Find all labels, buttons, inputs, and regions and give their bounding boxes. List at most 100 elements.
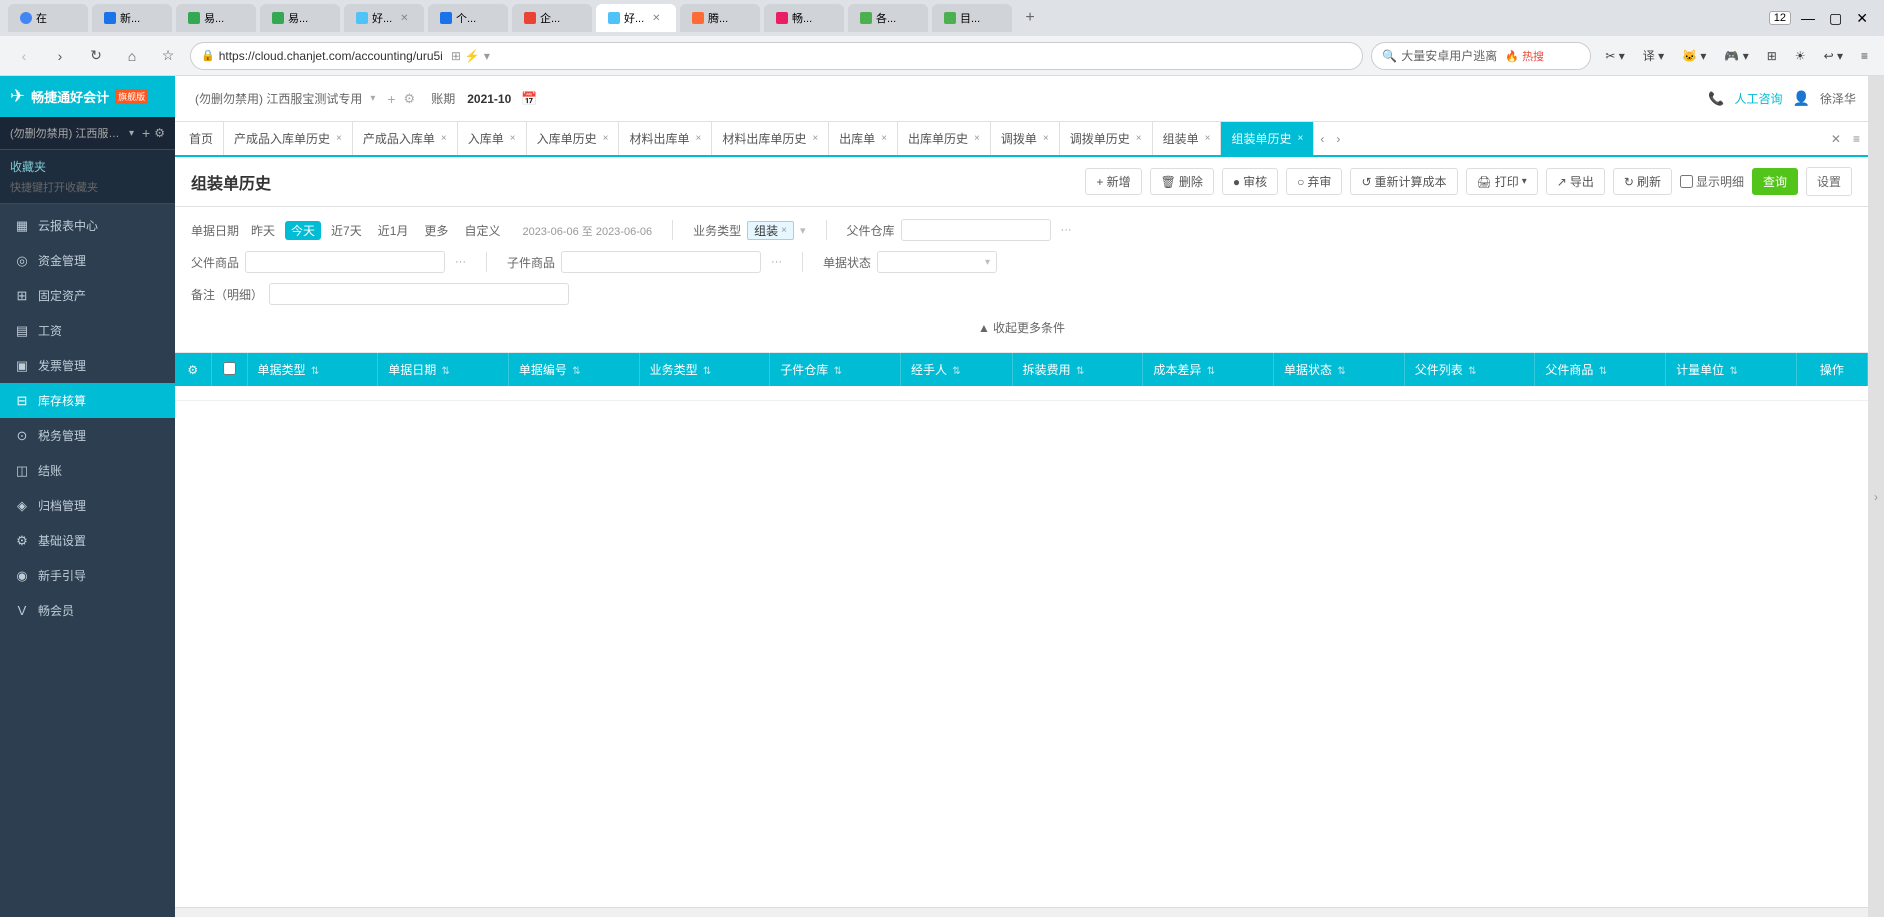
biz-type-tag-remove[interactable]: × [781, 225, 787, 236]
col-order-date[interactable]: 单据日期 ⇅ [378, 353, 509, 386]
maximize-btn[interactable]: ▢ [1825, 10, 1846, 27]
browser-tab-12[interactable]: 目... [932, 4, 1012, 32]
tab-close-out[interactable]: × [881, 133, 887, 144]
tab-assemble[interactable]: 调拨单 × [991, 122, 1060, 155]
undo-btn[interactable]: ↩ ▾ [1818, 43, 1849, 69]
col-parent-list[interactable]: 父件列表 ⇅ [1404, 353, 1535, 386]
tab-prod-in-hist[interactable]: 产成品入库单历史 × [224, 122, 353, 155]
tab-close-mat-out[interactable]: × [695, 133, 701, 144]
tab-close-5[interactable]: ✕ [400, 13, 408, 24]
parent-warehouse-more[interactable]: ··· [1061, 224, 1072, 236]
col-child-warehouse[interactable]: 子件仓库 ⇅ [770, 353, 901, 386]
col-unit[interactable]: 计量单位 ⇅ [1666, 353, 1797, 386]
settings-top-btn[interactable]: 设置 [1806, 167, 1852, 196]
tab-close-mat-out-hist[interactable]: × [812, 133, 818, 144]
game-btn[interactable]: 🎮 ▾ [1718, 43, 1754, 69]
show-detail-checkbox[interactable] [1680, 175, 1693, 188]
collapse-btn[interactable]: ▲ 收起更多条件 [191, 315, 1852, 340]
bottom-scrollbar[interactable] [175, 907, 1868, 917]
dropdown-arrow[interactable]: ▾ [484, 49, 490, 63]
settings-company-icon[interactable]: ⚙ [154, 126, 165, 140]
parent-goods-more[interactable]: ··· [455, 256, 466, 268]
tab-close-assemble[interactable]: × [1043, 133, 1049, 144]
tab-mat-out[interactable]: 材料出库单 × [619, 122, 712, 155]
col-order-status[interactable]: 单据状态 ⇅ [1274, 353, 1405, 386]
tab-close-out-hist[interactable]: × [974, 133, 980, 144]
sidebar-item-settlement[interactable]: ◫ 结账 [0, 453, 175, 488]
browser-tab-6[interactable]: 个... [428, 4, 508, 32]
sidebar-item-guide[interactable]: ◉ 新手引导 [0, 558, 175, 593]
col-biz-type[interactable]: 业务类型 ⇅ [639, 353, 770, 386]
tab-out[interactable]: 出库单 × [829, 122, 898, 155]
tab-action-more[interactable]: ≡ [1849, 132, 1864, 146]
col-order-no[interactable]: 单据编号 ⇅ [508, 353, 639, 386]
child-goods-more[interactable]: ··· [771, 256, 782, 268]
date-btn-1month[interactable]: 近1月 [372, 221, 415, 240]
browser-tab-5[interactable]: 好... ✕ [344, 4, 424, 32]
right-panel-toggle[interactable]: › [1868, 76, 1884, 917]
sidebar-item-basic[interactable]: ⚙ 基础设置 [0, 523, 175, 558]
recalc-btn[interactable]: ↺ 重新计算成本 [1350, 168, 1457, 195]
parent-goods-input[interactable] [245, 251, 445, 273]
sidebar-item-cloud-report[interactable]: ▦ 云报表中心 [0, 208, 175, 243]
col-check[interactable] [211, 353, 247, 386]
translate-btn[interactable]: 译 ▾ [1637, 43, 1670, 69]
col-settings[interactable]: ⚙ [175, 353, 211, 386]
back-btn[interactable]: ‹ [10, 42, 38, 70]
tab-close-prod-in[interactable]: × [441, 133, 447, 144]
tab-home[interactable]: 首页 [179, 122, 224, 155]
tab-close-in-order[interactable]: × [510, 133, 516, 144]
browser-tab-4[interactable]: 易... [260, 4, 340, 32]
bookmark-btn[interactable]: ☆ [154, 42, 182, 70]
reload-btn[interactable]: ↻ [82, 42, 110, 70]
browser-tab-7[interactable]: 企... [512, 4, 592, 32]
abandon-btn[interactable]: ○ 弃审 [1286, 168, 1342, 195]
sun-btn[interactable]: ☀ [1789, 43, 1812, 69]
tab-in-hist[interactable]: 入库单历史 × [527, 122, 620, 155]
date-btn-custom[interactable]: 自定义 [458, 221, 506, 240]
sidebar-item-inventory[interactable]: ⊟ 库存核算 [0, 383, 175, 418]
refresh-btn[interactable]: ↻ 刷新 [1613, 168, 1672, 195]
tab-combo[interactable]: 组装单 × [1153, 122, 1222, 155]
date-btn-7days[interactable]: 近7天 [325, 221, 368, 240]
add-company-icon[interactable]: + [142, 125, 150, 141]
close-window-btn[interactable]: ✕ [1852, 10, 1872, 27]
grid-btn[interactable]: ⊞ [1761, 43, 1783, 69]
tab-close-8[interactable]: ✕ [652, 13, 660, 24]
tab-close-assemble-hist[interactable]: × [1136, 133, 1142, 144]
search-bar[interactable]: 🔍 大量安卓用户逃离 🔥 热搜 [1371, 42, 1591, 70]
date-btn-yesterday[interactable]: 昨天 [245, 221, 281, 240]
date-btn-today[interactable]: 今天 [285, 221, 321, 240]
browser-tab-1[interactable]: 在 [8, 4, 88, 32]
address-bar[interactable]: 🔒 https://cloud.chanjet.com/accounting/u… [190, 42, 1363, 70]
sidebar-item-invoice[interactable]: ▣ 发票管理 [0, 348, 175, 383]
browser-tab-8[interactable]: 好... ✕ [596, 4, 676, 32]
service-label[interactable]: 人工咨询 [1735, 90, 1783, 107]
browser-tab-10[interactable]: 畅... [764, 4, 844, 32]
sidebar-item-fixed-assets[interactable]: ⊞ 固定资产 [0, 278, 175, 313]
tab-out-hist[interactable]: 出库单历史 × [898, 122, 991, 155]
emoji-btn[interactable]: 🐱 ▾ [1676, 43, 1712, 69]
browser-tab-9[interactable]: 腾... [680, 4, 760, 32]
tab-close-in-hist[interactable]: × [603, 133, 609, 144]
biz-type-dropdown-icon[interactable]: ▾ [800, 224, 806, 237]
tabs-right-arrow[interactable]: › [1330, 132, 1346, 146]
tab-combo-hist[interactable]: 组装单历史 × [1221, 122, 1314, 155]
col-cost-diff[interactable]: 成本差异 ⇅ [1143, 353, 1274, 386]
dropdown-company-icon[interactable]: ▾ [370, 93, 375, 104]
remark-input[interactable] [269, 283, 569, 305]
sidebar-item-salary[interactable]: ▤ 工资 [0, 313, 175, 348]
tabs-left-arrow[interactable]: ‹ [1314, 132, 1330, 146]
sidebar-item-fund[interactable]: ◎ 资金管理 [0, 243, 175, 278]
browser-tab-2[interactable]: 新... [92, 4, 172, 32]
parent-warehouse-input[interactable] [901, 219, 1051, 241]
settings-header-icon[interactable]: ⚙ [404, 91, 416, 107]
minimize-btn[interactable]: — [1797, 10, 1819, 26]
child-goods-input[interactable] [561, 251, 761, 273]
col-handler[interactable]: 经手人 ⇅ [900, 353, 1012, 386]
tab-close-prod-in-hist[interactable]: × [336, 133, 342, 144]
company-selector[interactable]: (勿删勿禁用) 江西服宝测试专用 ▾ + ⚙ [0, 117, 175, 150]
tab-close-combo[interactable]: × [1205, 133, 1211, 144]
sidebar-item-member[interactable]: V 畅会员 [0, 593, 175, 628]
tab-action-close[interactable]: ✕ [1827, 132, 1845, 146]
